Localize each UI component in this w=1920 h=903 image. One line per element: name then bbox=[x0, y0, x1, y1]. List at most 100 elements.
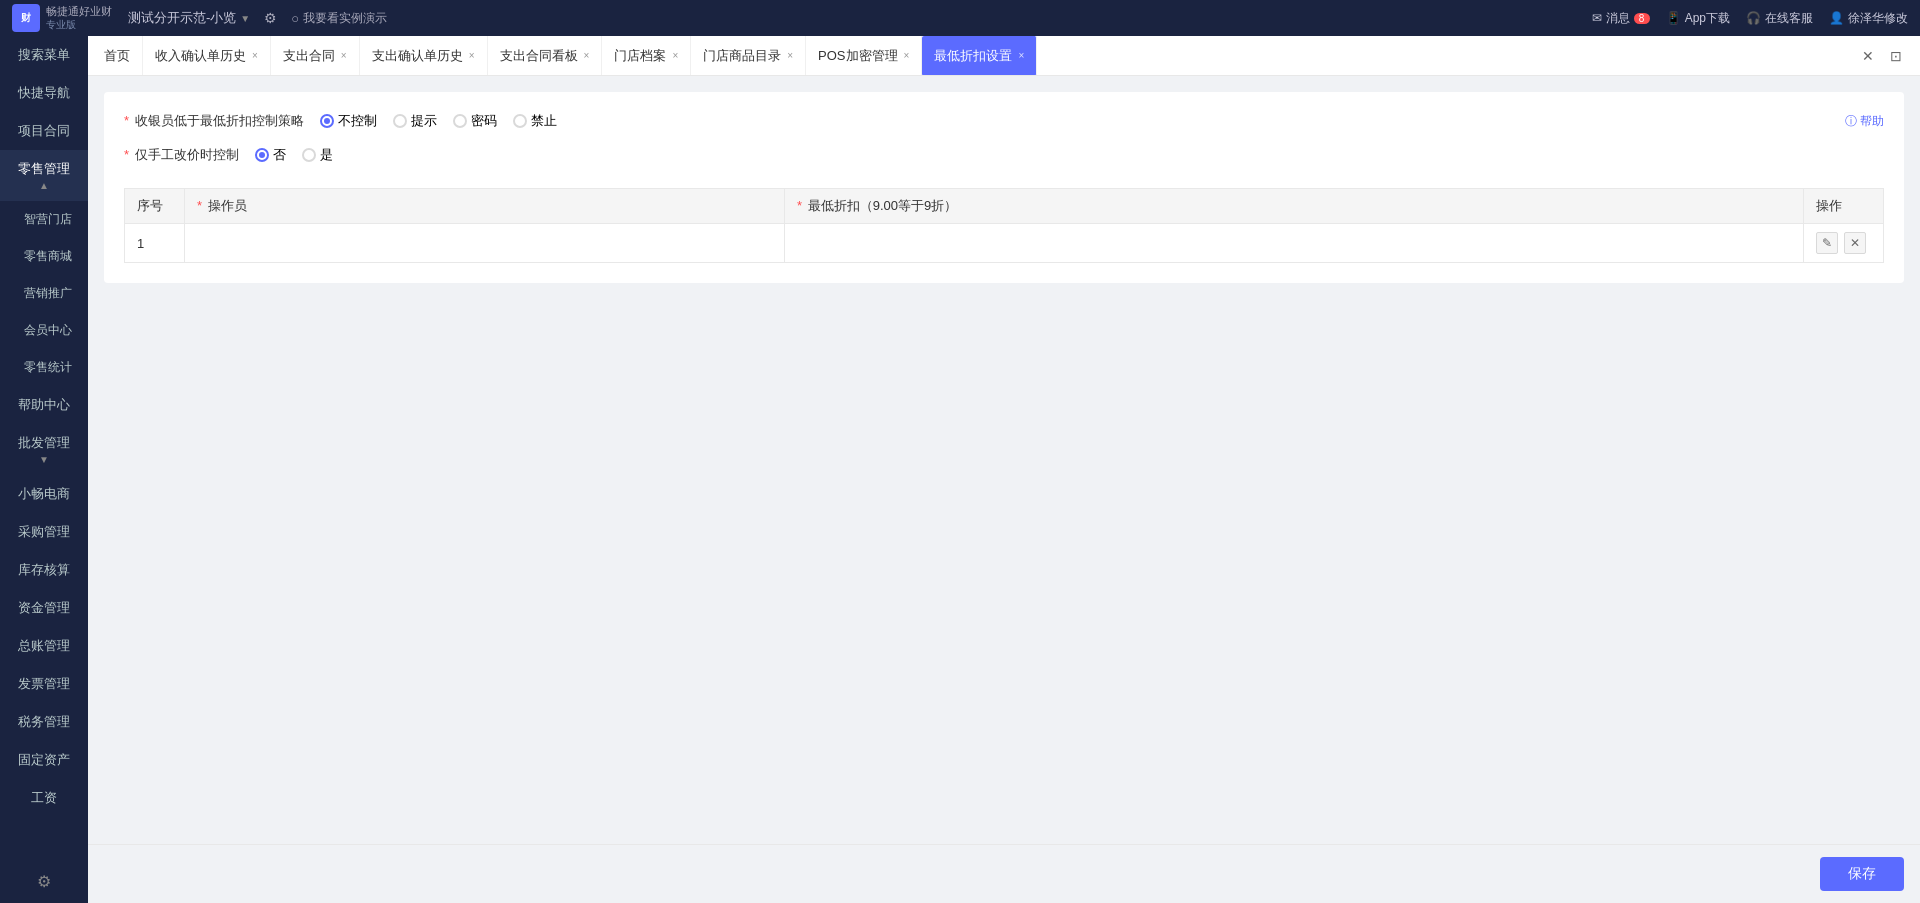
cell-action: ✎ ✕ bbox=[1804, 224, 1884, 263]
demo-link[interactable]: ○ 我要看实例演示 bbox=[291, 10, 387, 27]
close-tab-button[interactable]: ✕ bbox=[1856, 46, 1880, 66]
salary-label: 工资 bbox=[31, 789, 57, 807]
radio-circle-yes bbox=[302, 148, 316, 162]
tab-min-discount-settings[interactable]: 最低折扣设置 × bbox=[922, 36, 1037, 76]
tab-close-icon[interactable]: × bbox=[787, 50, 793, 61]
radio-circle-forbid bbox=[513, 114, 527, 128]
sidebar-item-tax[interactable]: 税务管理 bbox=[0, 703, 88, 741]
tabs-bar: 首页 收入确认单历史 × 支出合同 × 支出确认单历史 × 支出合同看板 × 门… bbox=[88, 36, 1920, 76]
fixed-assets-label: 固定资产 bbox=[18, 751, 70, 769]
project-name: 测试分开示范-小览 bbox=[128, 9, 236, 27]
sidebar-item-inventory[interactable]: 库存核算 bbox=[0, 551, 88, 589]
sidebar-item-retail-mall[interactable]: 零售商城 bbox=[0, 238, 88, 275]
sidebar-item-search-menu[interactable]: 搜索菜单 bbox=[0, 36, 88, 74]
sidebar-item-quick-nav[interactable]: 快捷导航 bbox=[0, 74, 88, 112]
discount-policy-radio-group: 不控制 提示 密码 禁止 bbox=[320, 112, 557, 130]
expand-tab-button[interactable]: ⊡ bbox=[1884, 46, 1908, 66]
tab-payment-confirm-history[interactable]: 支出确认单历史 × bbox=[360, 36, 488, 76]
sidebar-item-batch-management[interactable]: 批发管理 ▼ bbox=[0, 424, 88, 475]
sidebar-item-marketing[interactable]: 营销推广 bbox=[0, 275, 88, 312]
batch-management-label: 批发管理 bbox=[18, 434, 70, 452]
sidebar-item-purchase[interactable]: 采购管理 bbox=[0, 513, 88, 551]
header-center: 测试分开示范-小览 ▼ ⚙ ○ 我要看实例演示 bbox=[128, 8, 1592, 28]
ledger-label: 总账管理 bbox=[18, 637, 70, 655]
chevron-up-icon: ▲ bbox=[39, 180, 49, 191]
sidebar-item-ecommerce[interactable]: 小畅电商 bbox=[0, 475, 88, 513]
radio-forbid[interactable]: 禁止 bbox=[513, 112, 557, 130]
tab-close-icon[interactable]: × bbox=[252, 50, 258, 61]
discount-table: 序号 * 操作员 * 最低折扣（9.00等于9折） bbox=[124, 188, 1884, 263]
user-profile-button[interactable]: 👤 徐泽华修改 bbox=[1829, 10, 1908, 27]
ecommerce-label: 小畅电商 bbox=[18, 485, 70, 503]
logo-text: 畅捷通好业财 专业版 bbox=[46, 5, 112, 30]
message-badge: 8 bbox=[1634, 13, 1650, 24]
inventory-label: 库存核算 bbox=[18, 561, 70, 579]
sidebar-item-retail-stats[interactable]: 零售统计 bbox=[0, 349, 88, 386]
tab-close-active-icon[interactable]: × bbox=[1018, 50, 1024, 61]
customer-service-button[interactable]: 🎧 在线客服 bbox=[1746, 10, 1813, 27]
sidebar-item-project-contract[interactable]: 项目合同 bbox=[0, 112, 88, 150]
sidebar-item-retail-management[interactable]: 零售管理 ▲ bbox=[0, 150, 88, 201]
save-button[interactable]: 保存 bbox=[1820, 857, 1904, 891]
cell-min-discount[interactable] bbox=[785, 224, 1804, 263]
tab-pos-password[interactable]: POS加密管理 × bbox=[806, 36, 922, 76]
tab-close-icon[interactable]: × bbox=[469, 50, 475, 61]
tab-store-product-catalog[interactable]: 门店商品目录 × bbox=[691, 36, 806, 76]
sidebar-settings-icon[interactable]: ⚙ bbox=[0, 860, 88, 903]
discount-table-wrapper: 序号 * 操作员 * 最低折扣（9.00等于9折） bbox=[124, 180, 1884, 263]
help-link[interactable]: ⓘ 帮助 bbox=[1845, 113, 1884, 130]
discount-policy-row: * 收银员低于最低折扣控制策略 不控制 提示 bbox=[124, 112, 1884, 130]
manual-price-label: * 仅手工改价时控制 bbox=[124, 146, 239, 164]
tab-home[interactable]: 首页 bbox=[92, 36, 143, 76]
tab-payment-contract-board[interactable]: 支出合同看板 × bbox=[488, 36, 603, 76]
tab-close-icon[interactable]: × bbox=[341, 50, 347, 61]
avatar-icon: 👤 bbox=[1829, 11, 1844, 25]
sidebar-item-salary[interactable]: 工资 bbox=[0, 779, 88, 817]
project-selector[interactable]: 测试分开示范-小览 ▼ bbox=[128, 9, 250, 27]
chevron-down-icon: ▼ bbox=[240, 13, 250, 24]
tab-income-confirm-history[interactable]: 收入确认单历史 × bbox=[143, 36, 271, 76]
tab-close-icon[interactable]: × bbox=[584, 50, 590, 61]
purchase-label: 采购管理 bbox=[18, 523, 70, 541]
marketing-label: 营销推广 bbox=[24, 285, 72, 302]
radio-circle-password bbox=[453, 114, 467, 128]
retail-mall-label: 零售商城 bbox=[24, 248, 72, 265]
cell-operator[interactable] bbox=[185, 224, 785, 263]
delete-row-button[interactable]: ✕ bbox=[1844, 232, 1866, 254]
page-content: * 收银员低于最低折扣控制策略 不控制 提示 bbox=[88, 76, 1920, 844]
tab-store-files[interactable]: 门店档案 × bbox=[602, 36, 691, 76]
logo-area: 财 畅捷通好业财 专业版 bbox=[12, 4, 112, 32]
tab-close-icon[interactable]: × bbox=[672, 50, 678, 61]
help-center-label: 帮助中心 bbox=[18, 396, 70, 414]
table-scroll-area[interactable]: 序号 * 操作员 * 最低折扣（9.00等于9折） bbox=[124, 180, 1884, 263]
sidebar-item-ledger[interactable]: 总账管理 bbox=[0, 627, 88, 665]
app-download-button[interactable]: 📱 App下载 bbox=[1666, 10, 1730, 27]
message-button[interactable]: ✉ 消息 8 bbox=[1592, 10, 1650, 27]
tab-close-icon[interactable]: × bbox=[904, 50, 910, 61]
sidebar-item-member-center[interactable]: 会员中心 bbox=[0, 312, 88, 349]
search-menu-label: 搜索菜单 bbox=[18, 46, 70, 64]
discount-policy-label: * 收银员低于最低折扣控制策略 bbox=[124, 112, 304, 130]
radio-no-control[interactable]: 不控制 bbox=[320, 112, 377, 130]
radio-prompt[interactable]: 提示 bbox=[393, 112, 437, 130]
manual-price-row: * 仅手工改价时控制 否 是 bbox=[124, 146, 1884, 164]
manual-price-radio-group: 否 是 bbox=[255, 146, 333, 164]
settings-icon[interactable]: ⚙ bbox=[258, 8, 283, 28]
sidebar-item-smart-store[interactable]: 智营门店 bbox=[0, 201, 88, 238]
tab-payment-contract[interactable]: 支出合同 × bbox=[271, 36, 360, 76]
sidebar-item-fund[interactable]: 资金管理 bbox=[0, 589, 88, 627]
col-action: 操作 bbox=[1804, 189, 1884, 224]
message-icon: ✉ bbox=[1592, 11, 1602, 25]
sidebar-item-help-center[interactable]: 帮助中心 bbox=[0, 386, 88, 424]
header-right: ✉ 消息 8 📱 App下载 🎧 在线客服 👤 徐泽华修改 bbox=[1592, 10, 1908, 27]
fund-label: 资金管理 bbox=[18, 599, 70, 617]
radio-no[interactable]: 否 bbox=[255, 146, 286, 164]
col-min-discount: * 最低折扣（9.00等于9折） bbox=[785, 189, 1804, 224]
edit-row-button[interactable]: ✎ bbox=[1816, 232, 1838, 254]
radio-password[interactable]: 密码 bbox=[453, 112, 497, 130]
radio-circle-no bbox=[255, 148, 269, 162]
radio-yes[interactable]: 是 bbox=[302, 146, 333, 164]
sidebar-item-fixed-assets[interactable]: 固定资产 bbox=[0, 741, 88, 779]
sidebar-item-invoice[interactable]: 发票管理 bbox=[0, 665, 88, 703]
project-contract-label: 项目合同 bbox=[18, 122, 70, 140]
